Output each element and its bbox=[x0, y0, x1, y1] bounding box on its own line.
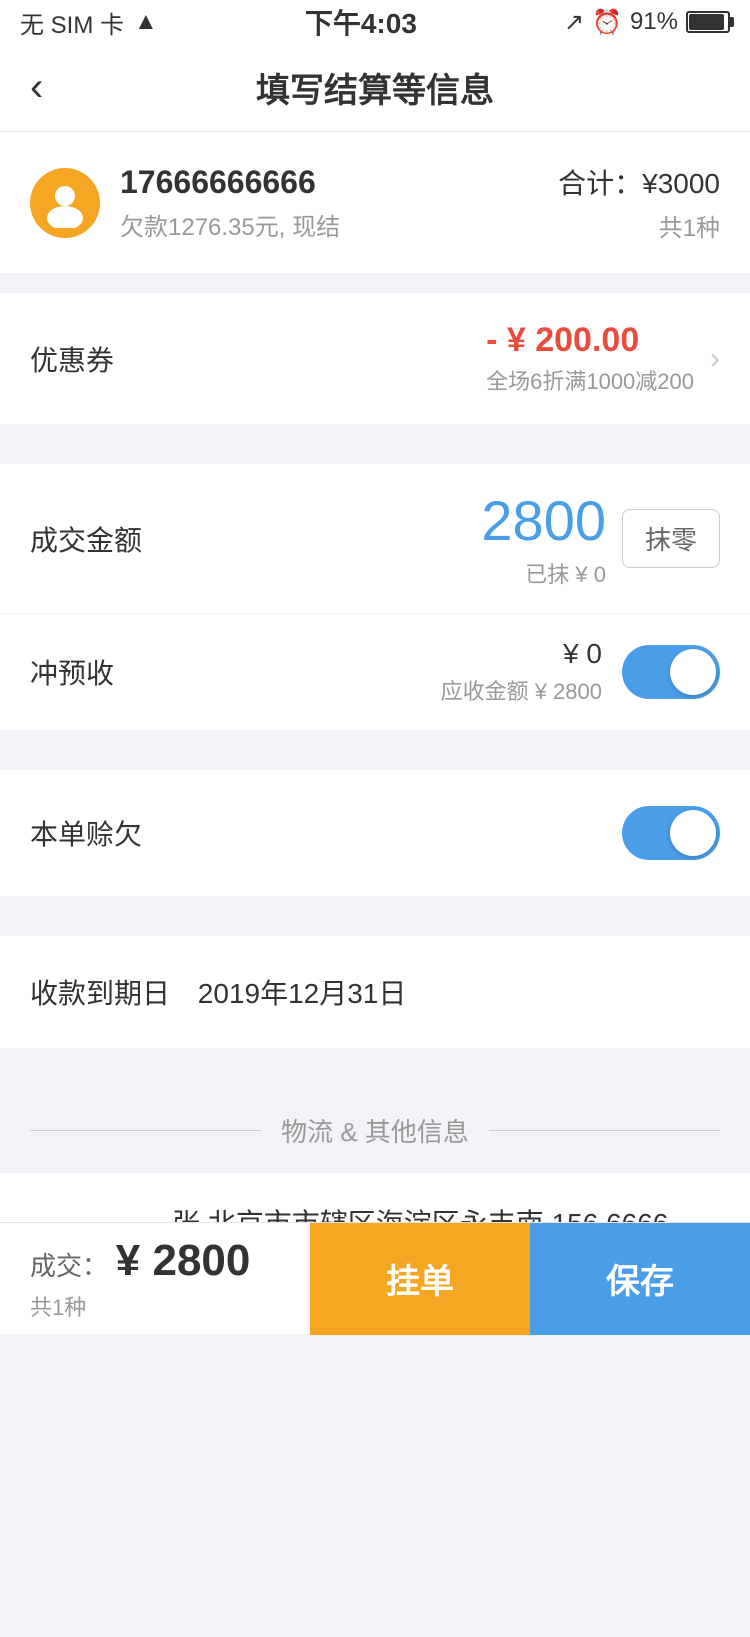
avatar-person-icon bbox=[40, 178, 90, 228]
user-count: 共1种 bbox=[558, 208, 720, 243]
location-icon: ↗ bbox=[564, 8, 584, 37]
coupon-amount-block: - ¥ 200.00 全场6折满1000减200 bbox=[486, 321, 694, 396]
bottom-deal-line: 成交： ¥ 2800 bbox=[30, 1236, 280, 1286]
divider-2 bbox=[0, 750, 750, 770]
coupon-amount: - ¥ 200.00 bbox=[486, 321, 694, 360]
nav-bar: ‹ 填写结算等信息 bbox=[0, 44, 750, 132]
coupon-row[interactable]: 优惠券 - ¥ 200.00 全场6折满1000减200 › bbox=[0, 293, 750, 424]
wifi-icon: ▲ bbox=[134, 8, 158, 36]
user-right: 合计：¥3000 共1种 bbox=[558, 162, 720, 243]
divider-3 bbox=[0, 916, 750, 936]
pre-right: ¥ 0 应收金额 ¥ 2800 bbox=[441, 638, 720, 706]
hang-button[interactable]: 挂单 bbox=[310, 1223, 530, 1335]
coupon-label: 优惠券 bbox=[30, 339, 114, 379]
user-left: 17666666666 欠款1276.35元, 现结 bbox=[30, 164, 340, 242]
toggle-knob bbox=[670, 649, 716, 695]
deal-amount-row: 成交金额 2800 已抹 ¥ 0 抹零 bbox=[0, 464, 750, 614]
status-right: ↗ ⏰ 91% bbox=[564, 8, 730, 37]
arrears-toggle-knob bbox=[670, 810, 716, 856]
bottom-deal-label: 成交： bbox=[30, 1251, 108, 1281]
pre-desc: 应收金额 ¥ 2800 bbox=[441, 674, 602, 706]
bottom-amount: ¥ 2800 bbox=[116, 1236, 251, 1285]
battery-percent: 91% bbox=[630, 8, 678, 36]
deal-section: 成交金额 2800 已抹 ¥ 0 抹零 冲预收 ¥ 0 应收金额 ¥ 2800 bbox=[0, 464, 750, 730]
divider-line-left bbox=[30, 1130, 261, 1131]
pre-amount: ¥ 0 bbox=[441, 638, 602, 670]
due-date-label: 收款到期日 bbox=[30, 978, 170, 1009]
user-debt: 欠款1276.35元, 现结 bbox=[120, 207, 340, 242]
coupon-desc: 全场6折满1000减200 bbox=[486, 364, 694, 396]
status-left: 无 SIM 卡 ▲ bbox=[20, 5, 158, 40]
deal-label: 成交金额 bbox=[30, 519, 142, 559]
pre-receive-row: 冲预收 ¥ 0 应收金额 ¥ 2800 bbox=[0, 614, 750, 730]
page-title: 填写结算等信息 bbox=[256, 63, 494, 112]
alarm-icon: ⏰ bbox=[592, 8, 622, 37]
bottom-bar: 成交： ¥ 2800 共1种 挂单 保存 bbox=[0, 1222, 750, 1334]
divider-4 bbox=[0, 1068, 750, 1088]
pre-receive-toggle[interactable] bbox=[622, 645, 720, 699]
status-time: 下午4:03 bbox=[305, 2, 417, 42]
bottom-info: 成交： ¥ 2800 共1种 bbox=[0, 1236, 310, 1322]
arrears-label: 本单赊欠 bbox=[30, 813, 142, 853]
due-date-row: 收款到期日 2019年12月31日 bbox=[0, 936, 750, 1048]
avatar bbox=[30, 168, 100, 238]
coupon-section: 优惠券 - ¥ 200.00 全场6折满1000减200 › bbox=[0, 293, 750, 424]
battery-icon bbox=[686, 11, 730, 33]
due-date-value: 2019年12月31日 bbox=[198, 978, 407, 1009]
round-zero-button[interactable]: 抹零 bbox=[622, 509, 720, 568]
save-button[interactable]: 保存 bbox=[530, 1223, 750, 1335]
status-bar: 无 SIM 卡 ▲ 下午4:03 ↗ ⏰ 91% bbox=[0, 0, 750, 44]
user-card: 17666666666 欠款1276.35元, 现结 合计：¥3000 共1种 bbox=[0, 132, 750, 273]
carrier-text: 无 SIM 卡 bbox=[20, 5, 124, 40]
pre-amount-info: ¥ 0 应收金额 ¥ 2800 bbox=[441, 638, 602, 706]
logistics-divider: 物流 & 其他信息 bbox=[0, 1088, 750, 1173]
content: 17666666666 欠款1276.35元, 现结 合计：¥3000 共1种 … bbox=[0, 132, 750, 1637]
deal-number: 2800 bbox=[481, 488, 606, 553]
pre-receive-label: 冲预收 bbox=[30, 652, 114, 692]
back-button[interactable]: ‹ bbox=[30, 65, 43, 110]
user-total: 合计：¥3000 bbox=[558, 162, 720, 202]
coupon-chevron-icon: › bbox=[710, 342, 720, 376]
deal-right: 2800 已抹 ¥ 0 抹零 bbox=[481, 488, 720, 589]
user-info: 17666666666 欠款1276.35元, 现结 bbox=[120, 164, 340, 242]
user-phone: 17666666666 bbox=[120, 164, 340, 201]
divider-1 bbox=[0, 444, 750, 464]
deal-sub: 已抹 ¥ 0 bbox=[481, 557, 606, 589]
gray-area bbox=[0, 1317, 750, 1517]
logistics-text: 物流 & 其他信息 bbox=[281, 1112, 469, 1149]
arrears-row: 本单赊欠 bbox=[0, 770, 750, 896]
coupon-right: - ¥ 200.00 全场6折满1000减200 › bbox=[486, 321, 720, 396]
arrears-toggle[interactable] bbox=[622, 806, 720, 860]
bottom-count: 共1种 bbox=[30, 1290, 280, 1322]
deal-amount-block: 2800 已抹 ¥ 0 bbox=[481, 488, 606, 589]
divider-line-right bbox=[489, 1130, 720, 1131]
